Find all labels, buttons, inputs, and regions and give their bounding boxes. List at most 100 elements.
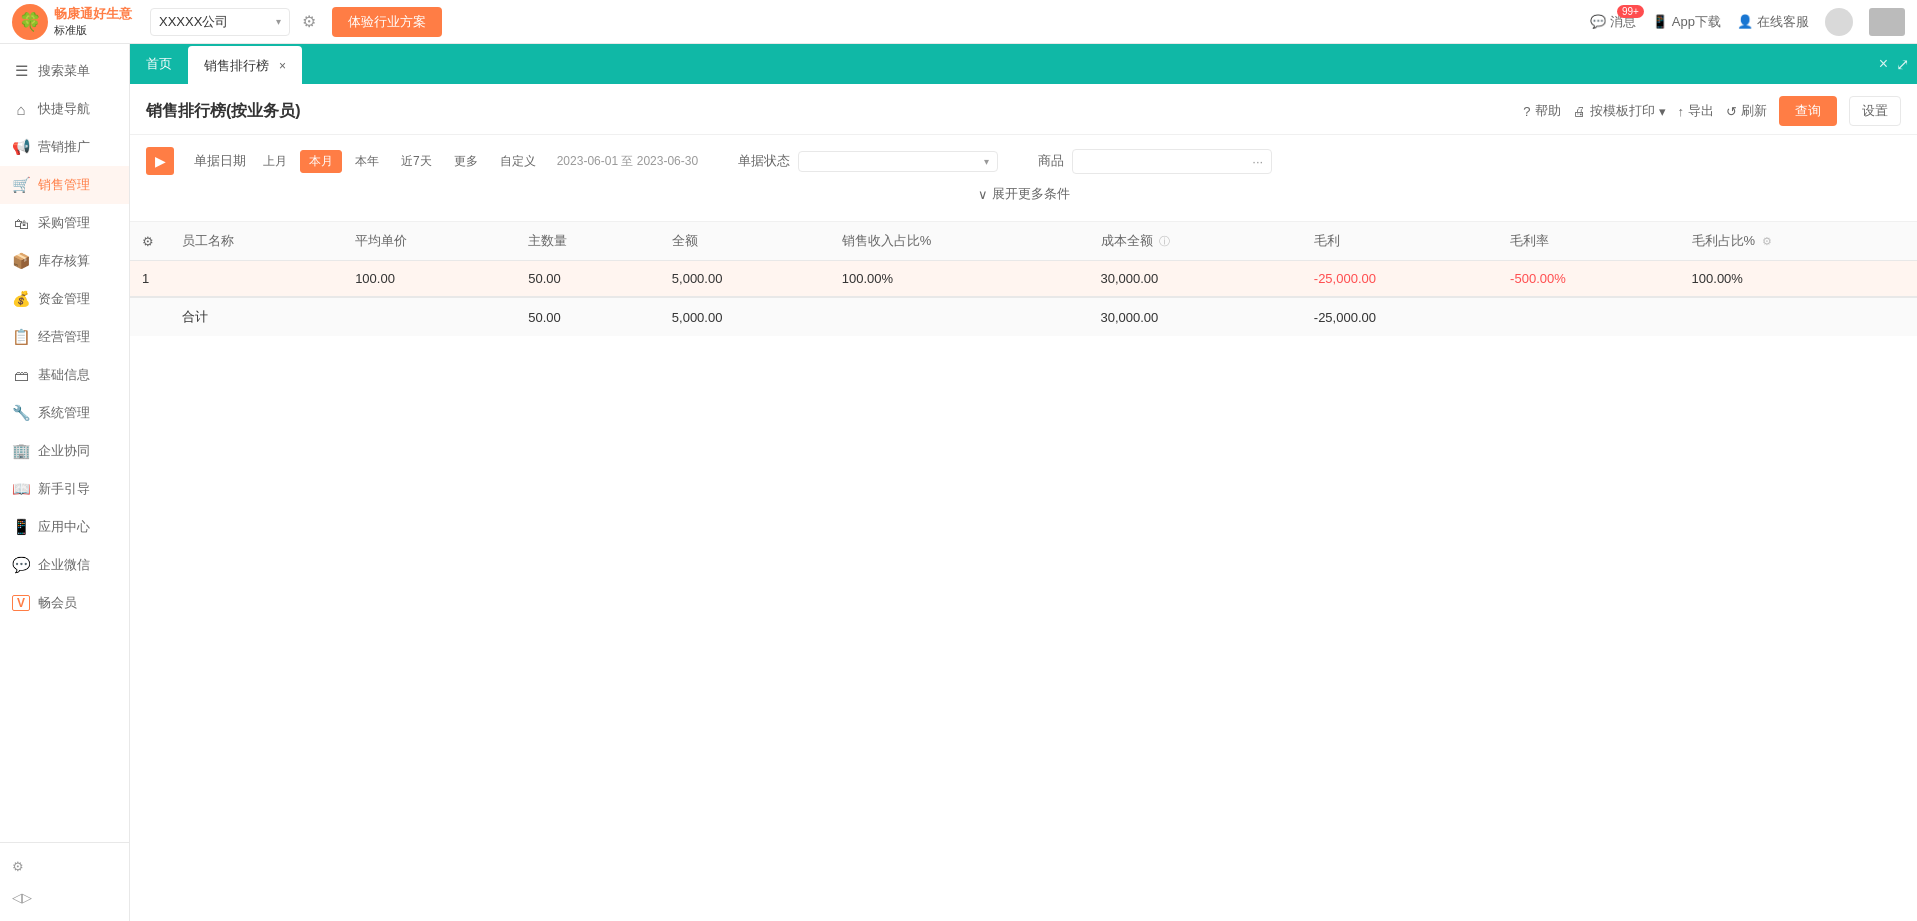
company-name: XXXXX公司	[159, 13, 272, 31]
sidebar-item-purchase[interactable]: 🛍 采购管理	[0, 204, 129, 242]
date-btn-this-month[interactable]: 本月	[300, 150, 342, 173]
purchase-icon: 🛍	[12, 215, 30, 232]
app-logo-text: 畅康通好生意 标准版	[54, 6, 132, 37]
goods-more-icon[interactable]: ···	[1252, 154, 1263, 169]
inventory-icon: 📦	[12, 252, 30, 270]
message-button[interactable]: 💬 消息 99+	[1590, 13, 1636, 31]
footer-profit: -25,000.00	[1302, 297, 1498, 336]
date-btn-custom[interactable]: 自定义	[491, 150, 545, 173]
date-btn-7days[interactable]: 近7天	[392, 150, 441, 173]
sidebar-label-system: 系统管理	[38, 404, 90, 422]
sidebar-item-sales[interactable]: 🛒 销售管理	[0, 166, 129, 204]
home-icon: ⌂	[12, 101, 30, 118]
footer-profit-rate	[1498, 297, 1679, 336]
member-icon: V	[12, 595, 30, 611]
th-profit: 毛利	[1302, 222, 1498, 261]
sidebar-label-guide: 新手引导	[38, 480, 90, 498]
sidebar-item-finance[interactable]: 💰 资金管理	[0, 280, 129, 318]
window-expand-icon[interactable]: ⤢	[1896, 55, 1909, 74]
sidebar-label-marketing: 营销推广	[38, 138, 90, 156]
tab-close-icon[interactable]: ×	[279, 59, 286, 73]
column-settings-icon[interactable]: ⚙	[142, 234, 154, 249]
footer-qty: 50.00	[516, 297, 660, 336]
goods-input[interactable]: ···	[1072, 149, 1272, 174]
refresh-button[interactable]: ↺ 刷新	[1726, 102, 1767, 120]
app-download-button[interactable]: 📱 App下载	[1652, 13, 1721, 31]
sidebar-label-enterprise: 企业协同	[38, 442, 90, 460]
avatar[interactable]	[1825, 8, 1853, 36]
cell-profit-rate: -500.00%	[1498, 261, 1679, 298]
sidebar-item-marketing[interactable]: 📢 营销推广	[0, 128, 129, 166]
chevron-down-icon: ▾	[276, 16, 281, 27]
cell-name	[170, 261, 343, 298]
cell-cost: 30,000.00	[1089, 261, 1302, 298]
sidebar-item-wechat[interactable]: 💬 企业微信	[0, 546, 129, 584]
cell-profit-pct: 100.00%	[1680, 261, 1917, 298]
service-icon: 👤	[1737, 14, 1753, 29]
sidebar-item-search-order[interactable]: ☰ 搜索菜单	[0, 52, 129, 90]
th-avg-price: 平均单价	[343, 222, 516, 261]
search-icon: ☰	[12, 62, 30, 80]
profit-pct-info-icon[interactable]: ⚙	[1762, 235, 1772, 247]
sidebar-item-enterprise[interactable]: 🏢 企业协同	[0, 432, 129, 470]
help-icon: ?	[1523, 104, 1530, 119]
enterprise-icon: 🏢	[12, 442, 30, 460]
export-button[interactable]: ↑ 导出	[1678, 102, 1715, 120]
message-badge: 99+	[1617, 5, 1644, 18]
print-button[interactable]: 🖨 按模板打印 ▾	[1573, 102, 1666, 120]
sidebar-label-finance: 资金管理	[38, 290, 90, 308]
goods-label: 商品	[1038, 152, 1064, 170]
message-icon: 💬	[1590, 14, 1606, 29]
trial-button[interactable]: 体验行业方案	[332, 7, 442, 37]
sidebar-item-system[interactable]: 🔧 系统管理	[0, 394, 129, 432]
status-select-arrow: ▾	[984, 156, 989, 167]
cell-profit: -25,000.00	[1302, 261, 1498, 298]
print-icon: 🖨	[1573, 104, 1586, 119]
app-center-icon: 📱	[12, 518, 30, 536]
date-btn-last-month[interactable]: 上月	[254, 150, 296, 173]
sidebar-item-member[interactable]: V 畅会员	[0, 584, 129, 622]
avatar-text[interactable]	[1869, 8, 1905, 36]
page-title: 销售排行榜(按业务员)	[146, 101, 1523, 122]
company-settings-icon[interactable]: ⚙	[298, 8, 320, 35]
sidebar-item-basic-info[interactable]: 🗃 基础信息	[0, 356, 129, 394]
cell-avg-price: 100.00	[343, 261, 516, 298]
sidebar-item-guide[interactable]: 📖 新手引导	[0, 470, 129, 508]
cost-info-icon[interactable]: ⓘ	[1159, 235, 1170, 247]
sidebar-label-basic-info: 基础信息	[38, 366, 90, 384]
sidebar-label-inventory: 库存核算	[38, 252, 90, 270]
date-btn-more[interactable]: 更多	[445, 150, 487, 173]
expand-more-icon: ∨	[978, 187, 988, 202]
status-filter: 单据状态 ▾	[738, 151, 998, 172]
sidebar-item-inventory[interactable]: 📦 库存核算	[0, 242, 129, 280]
tab-sales-ranking[interactable]: 销售排行榜 ×	[188, 46, 302, 86]
expand-more-button[interactable]: ∨ 展开更多条件	[146, 179, 1901, 209]
footer-amount: 5,000.00	[660, 297, 830, 336]
company-selector[interactable]: XXXXX公司 ▾	[150, 8, 290, 36]
date-label: 单据日期	[194, 152, 246, 170]
expand-arrow-button[interactable]: ▶	[146, 147, 174, 175]
sidebar-item-operations[interactable]: 📋 经营管理	[0, 318, 129, 356]
cell-amount: 5,000.00	[660, 261, 830, 298]
print-dropdown-icon: ▾	[1659, 104, 1666, 119]
online-service-button[interactable]: 👤 在线客服	[1737, 13, 1809, 31]
table-row: 1 100.00 50.00 5,000.00 100.00% 30,000.0…	[130, 261, 1917, 298]
tab-home[interactable]: 首页	[130, 44, 188, 84]
app-logo-icon: 🍀	[12, 4, 48, 40]
status-select[interactable]: ▾	[798, 151, 998, 172]
th-profit-pct: 毛利占比% ⚙	[1680, 222, 1917, 261]
query-button[interactable]: 查询	[1779, 96, 1837, 126]
setting-button[interactable]: 设置	[1849, 96, 1901, 126]
th-profit-rate: 毛利率	[1498, 222, 1679, 261]
sidebar-collapse-button[interactable]: ◁▷	[0, 882, 129, 913]
status-label: 单据状态	[738, 152, 790, 170]
date-range-text: 2023-06-01 至 2023-06-30	[557, 153, 698, 170]
sidebar-settings-button[interactable]: ⚙	[0, 851, 129, 882]
sidebar-item-quick-nav[interactable]: ⌂ 快捷导航	[0, 90, 129, 128]
date-btn-this-year[interactable]: 本年	[346, 150, 388, 173]
help-button[interactable]: ? 帮助	[1523, 102, 1560, 120]
window-close-icon[interactable]: ×	[1879, 55, 1888, 73]
footer-total-label: 合计	[170, 297, 343, 336]
collapse-icon: ◁▷	[12, 890, 32, 905]
sidebar-item-app-center[interactable]: 📱 应用中心	[0, 508, 129, 546]
